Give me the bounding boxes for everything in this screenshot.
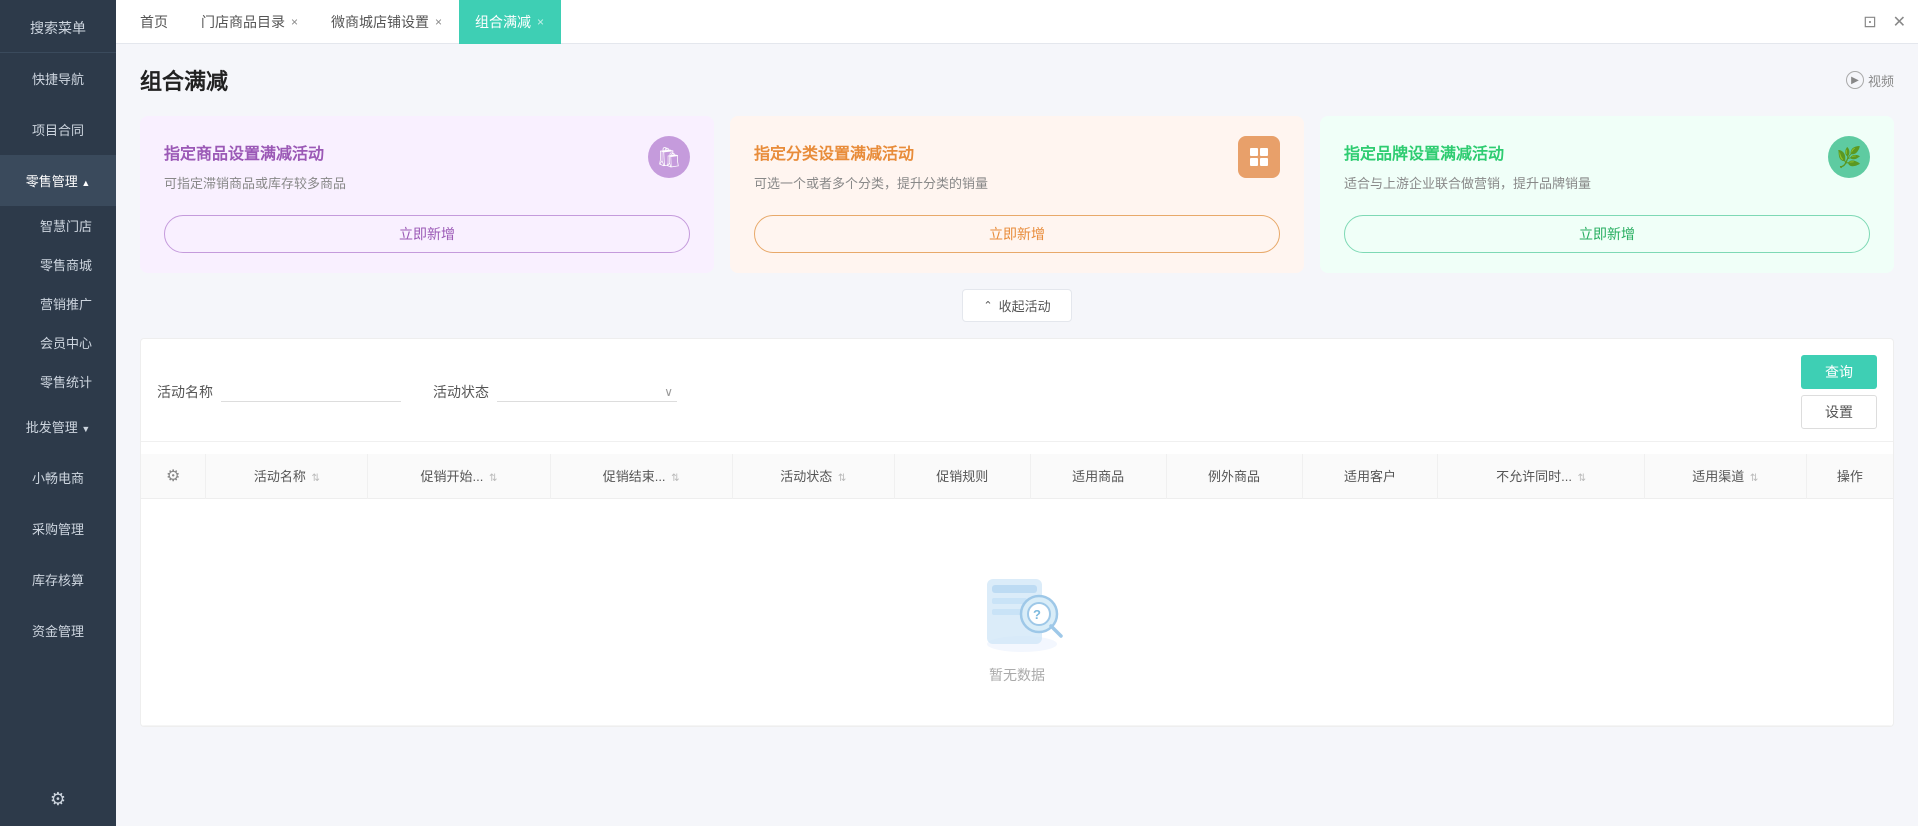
table-wrap: ⚙ 活动名称 ⇅ 促销开始... ⇅ 促销结束... [141,454,1893,726]
empty-text: 暂无数据 [141,665,1893,685]
col-activity-name: 活动名称 ⇅ [206,454,368,499]
sort-promo-end[interactable]: ⇅ [671,473,679,484]
col-applicable-channel: 适用渠道 ⇅ [1644,454,1806,499]
filter-activity-status: 活动状态 进行中 已结束 未开始 ∨ [433,381,677,402]
col-promo-rules: 促销规则 [894,454,1030,499]
tab-combo-discount-close[interactable]: × [537,15,544,29]
settings-col-icon[interactable]: ⚙ [166,468,180,485]
tab-store-catalog-close[interactable]: × [291,15,298,29]
collapse-icon: ⌃ [983,299,992,312]
sidebar-item-retail-stats[interactable]: 零售统计 [0,362,116,401]
sidebar-item-finance-mgmt[interactable]: 资金管理 [0,605,116,656]
brand-card: 指定品牌设置满减活动 🌿 适合与上游企业联合做营销，提升品牌销量 立即新增 [1320,116,1894,273]
sidebar-settings-btn[interactable]: ⚙ [0,773,116,826]
page-title: 组合满减 [140,64,228,96]
tab-store-catalog[interactable]: 门店商品目录 × [185,0,315,44]
filter-activity-status-label: 活动状态 [433,382,489,402]
video-link[interactable]: ▶ 视频 [1846,71,1894,90]
filter-row: 活动名称 活动状态 进行中 已结束 未开始 ∨ [141,339,1893,442]
product-card-title: 指定商品设置满减活动 [164,140,690,164]
sidebar-item-wholesale-mgmt[interactable]: 批发管理 ▼ [0,401,116,452]
empty-state: ? 暂无数据 [141,499,1893,725]
product-card-add-btn[interactable]: 立即新增 [164,215,690,253]
query-button[interactable]: 查询 [1801,355,1877,389]
activity-status-select[interactable]: 进行中 已结束 未开始 [497,381,677,402]
brand-card-desc: 适合与上游企业联合做营销，提升品牌销量 [1344,174,1870,195]
settings-button[interactable]: 设置 [1801,395,1877,429]
empty-row: ? 暂无数据 [141,498,1893,725]
maximize-icon[interactable]: ⊡ [1859,8,1880,36]
filter-activity-status-wrap: 进行中 已结束 未开始 ∨ [497,381,677,402]
main-area: 首页 门店商品目录 × 微商城店铺设置 × 组合满减 × ⊡ ✕ 组合满减 ▶ … [116,0,1918,826]
tab-home[interactable]: 首页 [124,0,185,44]
activities-table: ⚙ 活动名称 ⇅ 促销开始... ⇅ 促销结束... [141,454,1893,726]
category-card-desc: 可选一个或者多个分类，提升分类的销量 [754,174,1280,195]
brand-card-title: 指定品牌设置满减活动 [1344,140,1870,164]
cards-row: 指定商品设置满减活动 🛍 可指定滞销商品或库存较多商品 立即新增 指定分类设置满… [140,116,1894,273]
brand-card-icon: 🌿 [1828,136,1870,178]
sidebar-item-purchase-mgmt[interactable]: 采购管理 [0,503,116,554]
sidebar-item-retail-mall[interactable]: 零售商城 [0,245,116,284]
tab-combo-discount[interactable]: 组合满减 × [459,0,561,44]
col-not-allowed-same: 不允许同时... ⇅ [1438,454,1644,499]
sidebar: 搜索菜单 快捷导航 项目合同 零售管理 ▲ 智慧门店 零售商城 营销推广 会员中… [0,0,116,826]
col-settings[interactable]: ⚙ [141,454,206,499]
page-header: 组合满减 ▶ 视频 [140,64,1894,96]
sidebar-item-quick-nav[interactable]: 快捷导航 [0,53,116,104]
close-icon[interactable]: ✕ [1889,8,1910,36]
col-promo-end: 促销结束... ⇅ [550,454,732,499]
table-body: ? 暂无数据 [141,498,1893,725]
col-exception-goods: 例外商品 [1166,454,1302,499]
filter-activity-name: 活动名称 [157,381,401,402]
empty-illustration: ? [967,559,1067,649]
brand-card-add-btn[interactable]: 立即新增 [1344,215,1870,253]
tabbar: 首页 门店商品目录 × 微商城店铺设置 × 组合满减 × ⊡ ✕ [116,0,1918,44]
product-card-desc: 可指定滞销商品或库存较多商品 [164,174,690,195]
category-card-icon [1238,136,1280,178]
col-operation: 操作 [1806,454,1893,499]
sidebar-item-marketing[interactable]: 营销推广 [0,284,116,323]
col-promo-start: 促销开始... ⇅ [368,454,550,499]
product-card-icon: 🛍 [648,136,690,178]
sidebar-search[interactable]: 搜索菜单 [0,0,116,53]
product-card: 指定商品设置满减活动 🛍 可指定滞销商品或库存较多商品 立即新增 [140,116,714,273]
sort-activity-name[interactable]: ⇅ [311,473,319,484]
sort-promo-start[interactable]: ⇅ [489,473,497,484]
activity-name-input[interactable] [221,381,401,402]
sort-activity-status[interactable]: ⇅ [838,473,846,484]
sort-not-allowed[interactable]: ⇅ [1578,473,1586,484]
collapse-bar: ⌃ 收起活动 [140,289,1894,322]
empty-cell: ? 暂无数据 [141,498,1893,725]
content-area: 组合满减 ▶ 视频 指定商品设置满减活动 🛍 可指定滞销商品或库存较多商品 立即… [116,44,1918,826]
category-card-title: 指定分类设置满减活动 [754,140,1280,164]
sort-applicable-channel[interactable]: ⇅ [1750,473,1758,484]
sidebar-item-member-center[interactable]: 会员中心 [0,323,116,362]
category-card: 指定分类设置满减活动 可选一个或者多个分类，提升分类的销量 立即新增 [730,116,1304,273]
table-header-row: ⚙ 活动名称 ⇅ 促销开始... ⇅ 促销结束... [141,454,1893,499]
col-activity-status: 活动状态 ⇅ [732,454,894,499]
filter-table-container: 活动名称 活动状态 进行中 已结束 未开始 ∨ [140,338,1894,727]
svg-text:?: ? [1033,607,1041,622]
sidebar-item-retail-mgmt[interactable]: 零售管理 ▲ [0,155,116,206]
tabbar-right: ⊡ ✕ [1859,8,1910,36]
filter-buttons: 查询 设置 [1801,355,1877,429]
sidebar-item-xc-ecommerce[interactable]: 小畅电商 [0,452,116,503]
sidebar-item-project-contract[interactable]: 项目合同 [0,104,116,155]
col-applicable-customers: 适用客户 [1302,454,1438,499]
sidebar-item-smart-store[interactable]: 智慧门店 [0,206,116,245]
sidebar-item-inventory-calc[interactable]: 库存核算 [0,554,116,605]
category-card-add-btn[interactable]: 立即新增 [754,215,1280,253]
filter-activity-name-label: 活动名称 [157,382,213,402]
tab-wechat-store-settings-close[interactable]: × [435,15,442,29]
tab-wechat-store-settings[interactable]: 微商城店铺设置 × [315,0,459,44]
col-applicable-goods: 适用商品 [1030,454,1166,499]
collapse-activities-btn[interactable]: ⌃ 收起活动 [962,289,1071,322]
play-icon: ▶ [1846,71,1864,89]
